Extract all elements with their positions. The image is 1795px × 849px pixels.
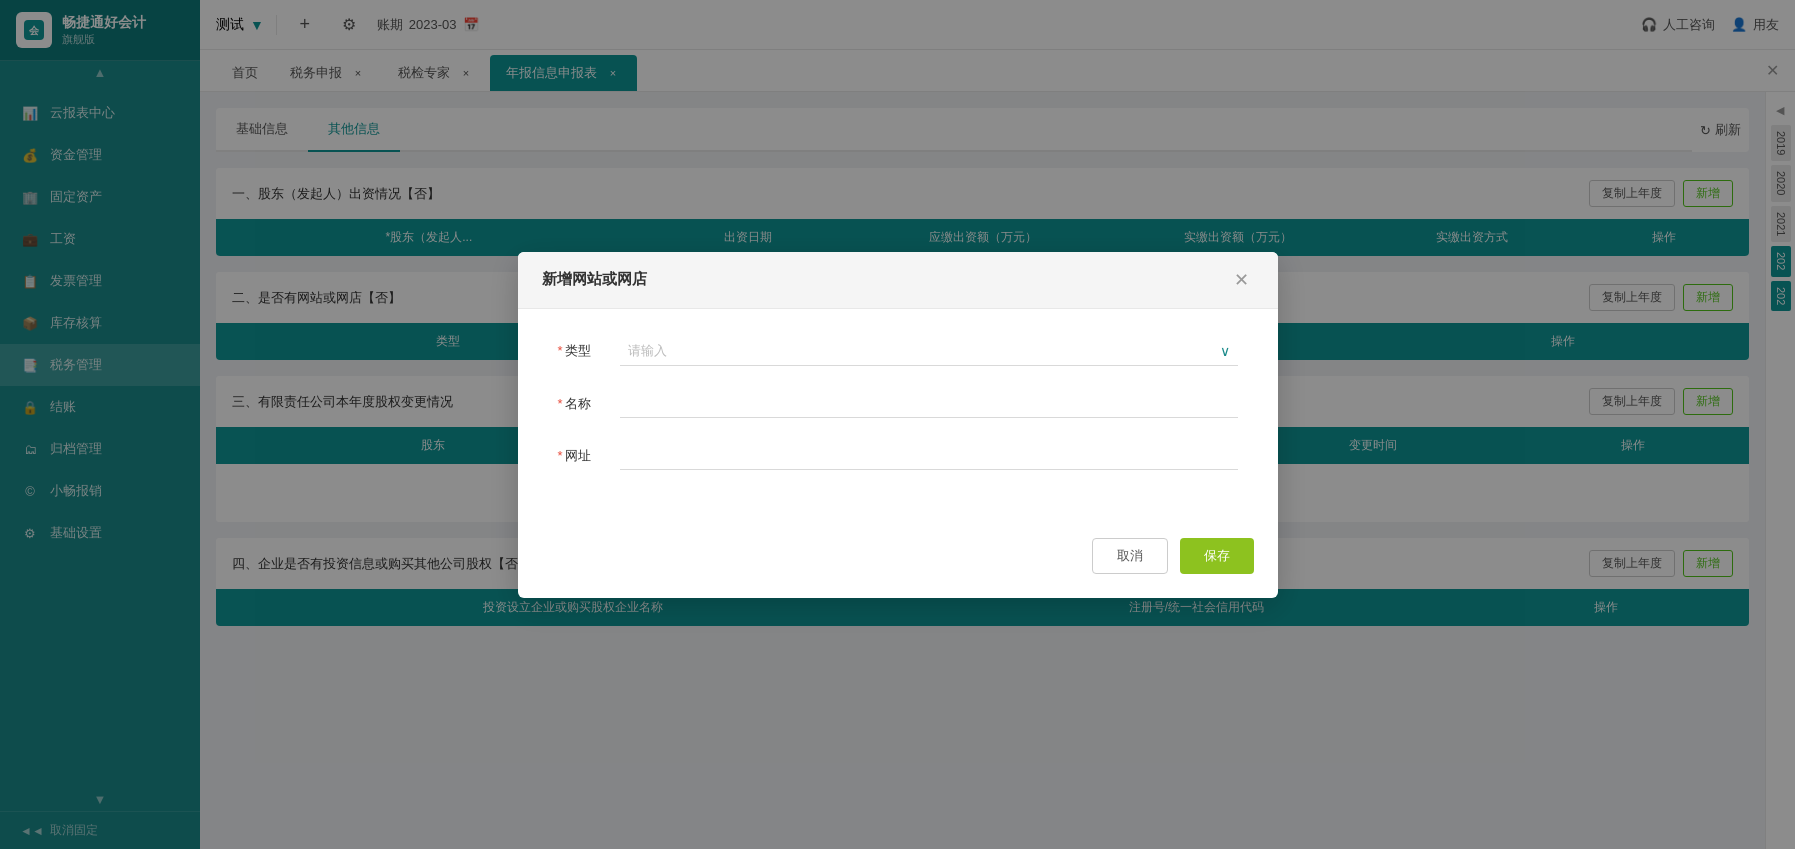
- type-select-wrapper[interactable]: ∨: [620, 337, 1238, 366]
- cancel-btn[interactable]: 取消: [1092, 538, 1168, 574]
- url-input[interactable]: [620, 442, 1238, 470]
- form-item-url: *网址: [558, 442, 1238, 470]
- dialog-overlay: 新增网站或网店 ✕ *类型 ∨ *名称: [0, 0, 1795, 849]
- required-star-url: *: [558, 448, 563, 463]
- form-item-name: *名称: [558, 390, 1238, 418]
- dialog-close-btn[interactable]: ✕: [1230, 268, 1254, 292]
- dropdown-arrow-icon: ∨: [1220, 343, 1230, 359]
- dialog-title: 新增网站或网店: [542, 270, 647, 289]
- dialog-body: *类型 ∨ *名称 *网址: [518, 309, 1278, 522]
- name-label: *名称: [558, 395, 608, 413]
- type-label: *类型: [558, 342, 608, 360]
- dialog-add-website: 新增网站或网店 ✕ *类型 ∨ *名称: [518, 252, 1278, 598]
- save-btn[interactable]: 保存: [1180, 538, 1254, 574]
- form-item-type: *类型 ∨: [558, 337, 1238, 366]
- name-input[interactable]: [620, 390, 1238, 418]
- required-star-name: *: [558, 396, 563, 411]
- dialog-footer: 取消 保存: [518, 522, 1278, 598]
- required-star-type: *: [558, 343, 563, 358]
- url-label: *网址: [558, 447, 608, 465]
- type-input[interactable]: [628, 343, 1220, 358]
- dialog-header: 新增网站或网店 ✕: [518, 252, 1278, 309]
